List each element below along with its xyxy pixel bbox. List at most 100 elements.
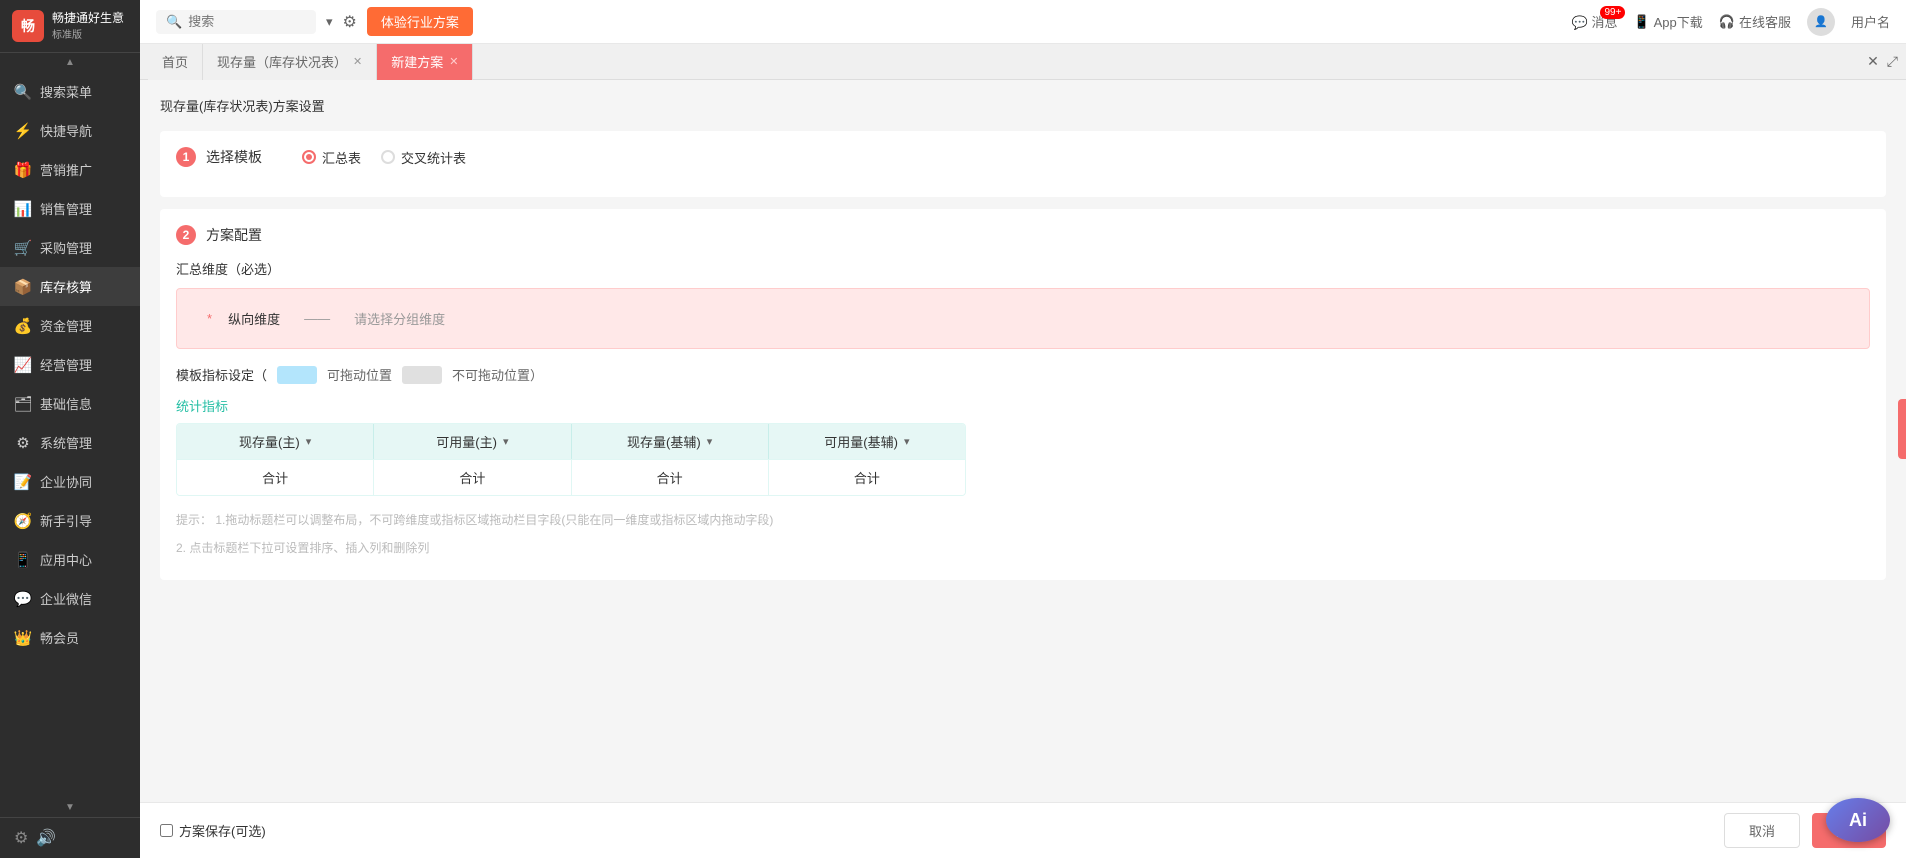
sidebar-scroll-down[interactable]: ▼ [0, 798, 140, 817]
tab-expand-icon[interactable]: ⤢ [1887, 53, 1898, 70]
sidebar-item-label: 销售管理 [40, 199, 92, 218]
col4-dropdown[interactable]: ▾ [904, 435, 910, 448]
step1-header: 1 选择模板 汇总表 交叉统计表 [176, 147, 1870, 167]
fixed-indicator-box [402, 366, 442, 384]
trial-btn[interactable]: 体验行业方案 [367, 7, 473, 36]
app-download-label: App下载 [1654, 12, 1703, 31]
sidebar-item-label: 基础信息 [40, 394, 92, 413]
tabs-controls: ✕ ⤢ [1859, 53, 1906, 70]
search-box: 🔍 [156, 10, 316, 34]
search-input[interactable] [188, 14, 298, 29]
step1-badge: 1 [176, 147, 196, 167]
stat-cell-1: 合计 [177, 460, 374, 495]
username[interactable]: 用户名 [1851, 12, 1890, 31]
cancel-button[interactable]: 取消 [1724, 813, 1800, 848]
tip-2: 2. 点击标题栏下拉可设置排序、插入列和删除列 [176, 536, 1870, 560]
save-label: 方案保存(可选) [179, 821, 266, 840]
sidebar-item-system[interactable]: ⚙ 系统管理 [0, 423, 140, 462]
radio-summary-label: 汇总表 [322, 148, 361, 167]
sidebar-item-search[interactable]: 🔍 搜索菜单 [0, 72, 140, 111]
tab-new-scheme-close[interactable]: ✕ [449, 55, 458, 68]
sidebar-item-label: 库存核算 [40, 277, 92, 296]
tab-inventory[interactable]: 现存量（库存状况表） ✕ [203, 44, 377, 80]
sidebar-item-contract[interactable]: 📝 企业协同 [0, 462, 140, 501]
app-download-icon: 📱 [1633, 14, 1649, 30]
tab-home-label: 首页 [162, 52, 188, 71]
online-service-btn[interactable]: 🎧 在线客服 [1719, 12, 1791, 31]
message-btn[interactable]: 💬 消息 99+ [1572, 12, 1618, 31]
sidebar-item-label: 应用中心 [40, 550, 92, 569]
sidebar-item-basic[interactable]: 🗂 基础信息 [0, 384, 140, 423]
radio-cross-label: 交叉统计表 [401, 148, 466, 167]
tab-close-window-icon[interactable]: ✕ [1867, 53, 1879, 70]
ai-badge[interactable]: Ai [1826, 798, 1890, 842]
col1-label: 现存量(主) [239, 432, 300, 451]
message-icon: 💬 [1572, 15, 1588, 30]
tips-area: 提示： 1.拖动标题栏可以调整布局，不可跨维度或指标区域拖动栏目字段(只能在同一… [176, 508, 1870, 560]
sidebar-item-label: 快捷导航 [40, 121, 92, 140]
step2-title: 方案配置 [206, 225, 262, 245]
app-edition: 标准版 [52, 26, 124, 41]
radio-cross[interactable]: 交叉统计表 [381, 148, 466, 167]
sidebar-scroll-up[interactable]: ▲ [0, 53, 140, 72]
tab-inventory-close[interactable]: ✕ [353, 55, 362, 68]
tab-new-scheme[interactable]: 新建方案 ✕ [377, 44, 473, 80]
sidebar-item-app-center[interactable]: 📱 应用中心 [0, 540, 140, 579]
sidebar-item-quick-nav[interactable]: ⚡ 快捷导航 [0, 111, 140, 150]
sidebar-item-business[interactable]: 📈 经营管理 [0, 345, 140, 384]
contract-icon: 📝 [14, 473, 32, 491]
stat-table-row: 合计 合计 合计 合计 [177, 459, 965, 495]
search-icon: 🔍 [14, 83, 32, 101]
radio-summary-dot [302, 150, 316, 164]
user-avatar[interactable]: 👤 [1807, 8, 1835, 36]
dimension-placeholder: 请选择分组维度 [354, 309, 445, 328]
sidebar-item-label: 新手引导 [40, 511, 92, 530]
step2-section: 2 方案配置 汇总维度（必选） * 纵向维度 —— 请选择分组维度 模板指标设定… [160, 209, 1886, 580]
finance-icon: 💰 [14, 317, 32, 335]
business-icon: 📈 [14, 356, 32, 374]
dimension-area[interactable]: * 纵向维度 —— 请选择分组维度 [176, 288, 1870, 349]
sidebar-item-label: 系统管理 [40, 433, 92, 452]
settings-icon[interactable]: ⚙ [14, 828, 28, 848]
radio-summary[interactable]: 汇总表 [302, 148, 361, 167]
sidebar-item-marketing[interactable]: 🎁 营销推广 [0, 150, 140, 189]
basic-icon: 🗂 [14, 395, 32, 413]
col1-dropdown[interactable]: ▾ [306, 435, 312, 448]
sidebar-item-label: 搜索菜单 [40, 82, 92, 101]
stat-table: 现存量(主) ▾ 可用量(主) ▾ 现存量(基辅) ▾ 可用量(基辅) [176, 423, 966, 496]
right-panel-hint[interactable] [1898, 399, 1906, 459]
app-name: 畅捷通好生意 [52, 11, 124, 27]
tab-new-scheme-label: 新建方案 [391, 52, 443, 71]
sales-icon: 📊 [14, 200, 32, 218]
dropdown-icon[interactable]: ▾ [326, 14, 333, 30]
sidebar-item-purchase[interactable]: 🛒 采购管理 [0, 228, 140, 267]
app-logo-icon: 畅 [12, 10, 44, 42]
radio-cross-dot [381, 150, 395, 164]
sidebar-item-wechat[interactable]: 💬 企业微信 [0, 579, 140, 618]
draggable-indicator-box [277, 366, 317, 384]
app-center-icon: 📱 [14, 551, 32, 569]
speaker-icon[interactable]: 🔊 [36, 828, 56, 848]
sidebar-item-new-guide[interactable]: 🧭 新手引导 [0, 501, 140, 540]
gear-icon[interactable]: ⚙ [343, 12, 357, 32]
sidebar-logo: 畅 畅捷通好生意 标准版 [0, 0, 140, 53]
sidebar-item-finance[interactable]: 💰 资金管理 [0, 306, 140, 345]
app-download-btn[interactable]: 📱 App下载 [1633, 12, 1702, 31]
draggable-indicator-label: 可拖动位置 [327, 365, 392, 384]
sidebar-item-label: 营销推广 [40, 160, 92, 179]
save-option[interactable]: 方案保存(可选) [160, 821, 266, 840]
sidebar-item-member[interactable]: 👑 畅会员 [0, 618, 140, 657]
topbar-right: 💬 消息 99+ 📱 App下载 🎧 在线客服 👤 用户名 [1572, 8, 1890, 36]
tab-inventory-label: 现存量（库存状况表） [217, 52, 347, 71]
footer-bar: 方案保存(可选) 取消 查询 [140, 802, 1906, 858]
col2-dropdown[interactable]: ▾ [503, 435, 509, 448]
col3-dropdown[interactable]: ▾ [707, 435, 713, 448]
wechat-icon: 💬 [14, 590, 32, 608]
stat-col-header-1: 现存量(主) ▾ [177, 424, 374, 459]
step2-header: 2 方案配置 [176, 225, 1870, 245]
save-checkbox[interactable] [160, 824, 173, 837]
sidebar-item-inventory[interactable]: 📦 库存核算 [0, 267, 140, 306]
required-star: * [207, 311, 212, 326]
tab-home[interactable]: 首页 [148, 44, 203, 80]
sidebar-item-sales[interactable]: 📊 销售管理 [0, 189, 140, 228]
